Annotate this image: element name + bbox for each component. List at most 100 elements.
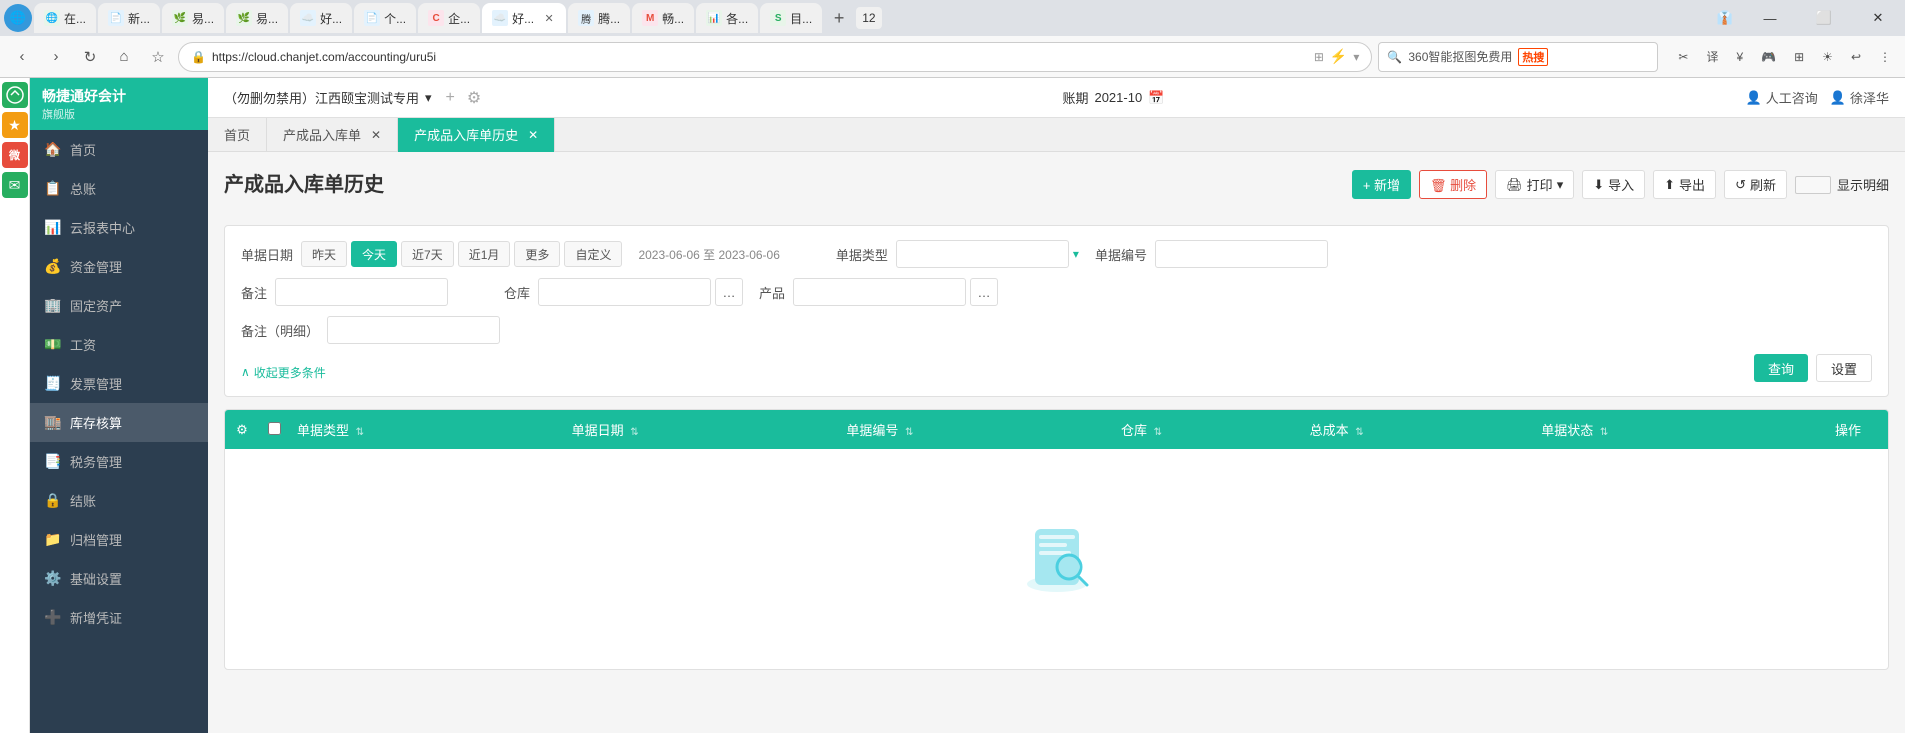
checkbox-header[interactable] <box>259 410 289 449</box>
product-input[interactable] <box>793 278 966 306</box>
yuan-icon[interactable]: ¥ <box>1730 43 1749 71</box>
tab-8-close[interactable]: ✕ <box>542 11 556 25</box>
app-icon-mail[interactable]: ✉ <box>2 172 28 198</box>
minimize-button[interactable]: — <box>1747 0 1793 36</box>
nav-item-settings[interactable]: ⚙️ 基础设置 <box>30 559 208 598</box>
nav-item-invoice[interactable]: 🧾 发票管理 <box>30 364 208 403</box>
home-button[interactable]: ⌂ <box>110 43 138 71</box>
account-selector[interactable]: （勿删勿禁用）江西颐宝测试专用 ▾ <box>224 88 432 107</box>
date-more-btn[interactable]: 更多 <box>514 241 560 267</box>
collapse-button[interactable]: ∧ 收起更多条件 <box>241 364 326 381</box>
app-icon-main[interactable] <box>2 82 28 108</box>
brightness-icon[interactable]: ☀ <box>1816 43 1839 71</box>
nav-item-new-bill[interactable]: ➕ 新增凭证 <box>30 598 208 637</box>
gear-header[interactable]: ⚙ <box>225 410 259 449</box>
show-detail-toggle[interactable]: 显示明细 <box>1795 175 1889 194</box>
type-dropdown-icon[interactable]: ▾ <box>1073 247 1079 261</box>
tab-2[interactable]: 📄 新... <box>98 3 160 33</box>
tab-1[interactable]: 🌐 在... <box>34 3 96 33</box>
maximize-button[interactable]: ⬜ <box>1801 0 1847 36</box>
product-ellipsis-btn[interactable]: … <box>970 278 998 306</box>
export-button[interactable]: ⬆ 导出 <box>1653 170 1716 199</box>
date-7days-btn[interactable]: 近7天 <box>401 241 454 267</box>
tab-3[interactable]: 🌿 易... <box>162 3 224 33</box>
address-input[interactable]: 🔒 https://cloud.chanjet.com/accounting/u… <box>178 42 1372 72</box>
scissors-icon[interactable]: ✂ <box>1672 43 1694 71</box>
detail-remark-input[interactable] <box>327 316 500 344</box>
warehouse-ellipsis-btn[interactable]: … <box>715 278 743 306</box>
number-header[interactable]: 单据编号 ⇅ <box>838 410 1113 449</box>
translate-icon[interactable]: 译 <box>1700 43 1724 71</box>
breadcrumb-history-close[interactable]: ✕ <box>528 128 538 142</box>
print-button[interactable]: 🖨 打印 ▾ <box>1495 170 1574 199</box>
gear-header-icon[interactable]: ⚙ <box>236 422 248 437</box>
tab-7[interactable]: C 企... <box>418 3 480 33</box>
tab-11[interactable]: 📊 各... <box>696 3 758 33</box>
nav-item-payroll[interactable]: 💵 工资 <box>30 325 208 364</box>
browser-logo[interactable]: 🌐 <box>4 4 32 32</box>
nav-item-tax[interactable]: 📑 税务管理 <box>30 442 208 481</box>
warehouse-input[interactable] <box>538 278 711 306</box>
nav-item-ledger[interactable]: 📋 总账 <box>30 169 208 208</box>
nav-item-assets[interactable]: 🏢 固定资产 <box>30 286 208 325</box>
breadcrumb-home[interactable]: 首页 <box>208 118 267 152</box>
nav-item-inventory[interactable]: 🏬 库存核算 <box>30 403 208 442</box>
forward-button[interactable]: › <box>42 43 70 71</box>
calendar-icon[interactable]: 📅 <box>1148 90 1164 106</box>
nav-item-finance[interactable]: 💰 资金管理 <box>30 247 208 286</box>
tab-count[interactable]: 12 <box>856 7 881 29</box>
setting-button[interactable]: 设置 <box>1816 354 1872 382</box>
breadcrumb-list-close[interactable]: ✕ <box>371 128 381 142</box>
number-input[interactable] <box>1155 240 1328 268</box>
back-button[interactable]: ‹ <box>8 43 36 71</box>
date-today-btn[interactable]: 今天 <box>351 241 397 267</box>
breadcrumb-history[interactable]: 产成品入库单历史 ✕ <box>398 118 555 152</box>
add-button[interactable]: + 新增 <box>1352 170 1411 199</box>
add-account-button[interactable]: + <box>446 89 455 107</box>
checkbox-detail[interactable] <box>1795 176 1831 194</box>
tab-10[interactable]: M 畅... <box>632 3 694 33</box>
import-button[interactable]: ⬇ 导入 <box>1582 170 1645 199</box>
type-selector[interactable]: ▾ <box>896 240 1079 268</box>
more-icon[interactable]: ⋮ <box>1873 43 1897 71</box>
date-custom-btn[interactable]: 自定义 <box>564 241 622 267</box>
tab-9[interactable]: 腾 腾... <box>568 3 630 33</box>
type-header[interactable]: 单据类型 ⇅ <box>289 410 564 449</box>
undo-icon[interactable]: ↩ <box>1845 43 1867 71</box>
nav-item-close[interactable]: 🔒 结账 <box>30 481 208 520</box>
user-avatar[interactable]: 👤 徐泽华 <box>1830 88 1889 107</box>
date-header[interactable]: 单据日期 ⇅ <box>564 410 839 449</box>
app-icon-weibo[interactable]: 微 <box>2 142 28 168</box>
date-1month-btn[interactable]: 近1月 <box>458 241 511 267</box>
breadcrumb-list[interactable]: 产成品入库单 ✕ <box>267 118 398 152</box>
grid2-icon[interactable]: ⊞ <box>1788 43 1810 71</box>
tab-4[interactable]: 🌿 易... <box>226 3 288 33</box>
smart-search-bar[interactable]: 🔍 360智能抠图免费用 热搜 <box>1378 42 1658 72</box>
tab-8[interactable]: ☁️ 好... ✕ <box>482 3 566 33</box>
bookmark-button[interactable]: ☆ <box>144 43 172 71</box>
date-yesterday-btn[interactable]: 昨天 <box>301 241 347 267</box>
select-all-checkbox[interactable] <box>268 422 281 435</box>
url-text[interactable]: https://cloud.chanjet.com/accounting/uru… <box>212 50 1308 64</box>
cost-header[interactable]: 总成本 ⇅ <box>1302 410 1534 449</box>
nav-item-home[interactable]: 🏠 首页 <box>30 130 208 169</box>
gamepad-icon[interactable]: 🎮 <box>1755 43 1782 71</box>
query-button[interactable]: 查询 <box>1754 354 1808 382</box>
tab-6[interactable]: 📄 个... <box>354 3 416 33</box>
remark-input[interactable] <box>275 278 448 306</box>
tab-5[interactable]: ☁️ 好... <box>290 3 352 33</box>
tab-12[interactable]: S 目... <box>760 3 822 33</box>
refresh-button[interactable]: ↺ 刷新 <box>1724 170 1787 199</box>
nav-item-archive[interactable]: 📁 归档管理 <box>30 520 208 559</box>
account-dropdown-icon[interactable]: ▾ <box>425 90 432 106</box>
nav-item-reports[interactable]: 📊 云报表中心 <box>30 208 208 247</box>
type-input[interactable] <box>896 240 1069 268</box>
app-icon-star[interactable]: ★ <box>2 112 28 138</box>
new-tab-button[interactable]: + <box>824 3 854 33</box>
close-button[interactable]: ✕ <box>1855 0 1901 36</box>
ai-service-button[interactable]: 👤 人工咨询 <box>1746 88 1818 107</box>
refresh-button[interactable]: ↻ <box>76 43 104 71</box>
status-header[interactable]: 单据状态 ⇅ <box>1533 410 1808 449</box>
warehouse-header[interactable]: 仓库 ⇅ <box>1113 410 1302 449</box>
settings-account-button[interactable]: ⚙ <box>467 88 481 108</box>
